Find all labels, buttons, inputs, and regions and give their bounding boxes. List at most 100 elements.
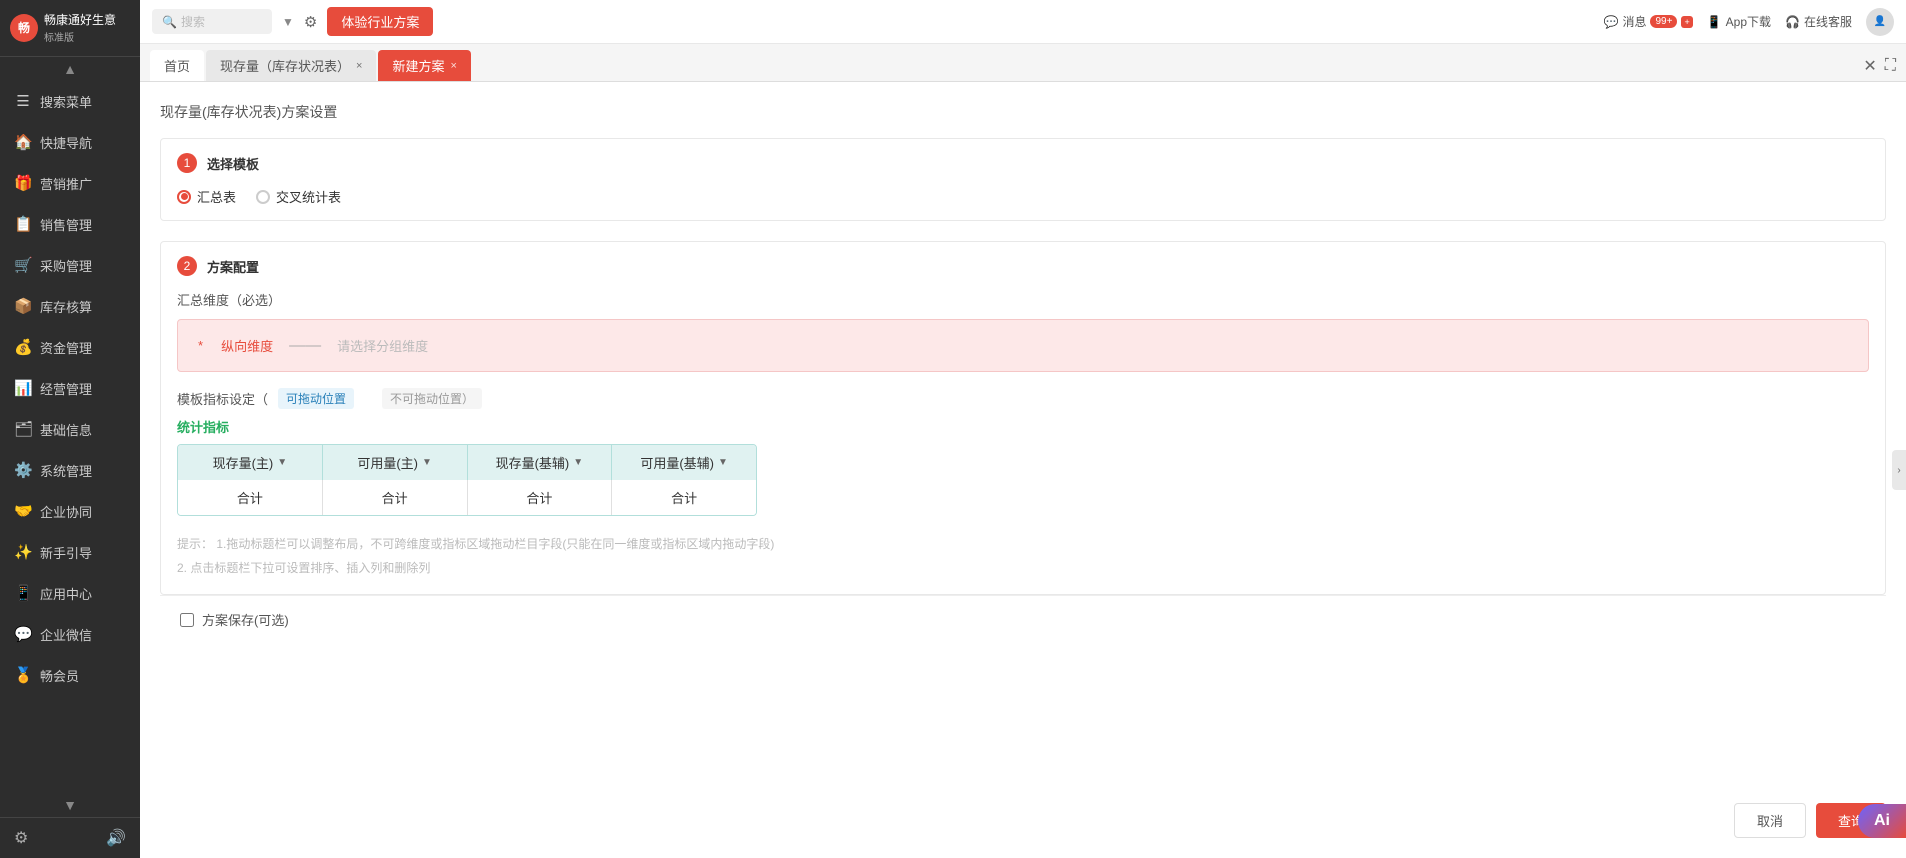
chevron-icon-2: ▼ <box>573 457 583 468</box>
message-icon: 💬 <box>1604 15 1619 29</box>
dim-row: * 纵向维度 —— 请选择分组维度 <box>177 319 1869 372</box>
tab-home-label: 首页 <box>164 59 190 74</box>
marketing-icon: 🎁 <box>14 174 32 192</box>
message-label: 消息 <box>1622 13 1646 30</box>
chevron-icon-1: ▼ <box>422 457 432 468</box>
user-avatar[interactable]: 👤 <box>1866 8 1894 36</box>
radio-summary-label: 汇总表 <box>197 187 236 206</box>
topbar-dropdown[interactable]: ▼ <box>282 15 294 29</box>
sidebar-logo: 畅 畅康通好生意 标准版 <box>0 0 140 57</box>
indicators-section: 模板指标设定（ 可拖动位置 不可拖动位置） 统计指标 现存量(主) ▼ <box>177 388 1869 516</box>
sidebar-item-label: 库存核算 <box>40 297 92 316</box>
indicators-label-text: 模板指标设定（ <box>177 389 268 408</box>
radio-cross-circle <box>256 190 270 204</box>
search-menu-icon: ☰ <box>14 92 32 110</box>
message-action[interactable]: 💬 消息 99+ + <box>1604 13 1693 30</box>
right-panel-toggle[interactable]: › <box>1892 450 1906 490</box>
stats-table-body: 合计 合计 合计 合计 <box>178 480 756 515</box>
hint-2: 2. 点击标题栏下拉可设置排序、插入列和删除列 <box>177 556 1869 580</box>
industry-btn[interactable]: 体验行业方案 <box>327 7 433 36</box>
header-cell-1[interactable]: 可用量(主) ▼ <box>323 445 468 480</box>
template-radio-group: 汇总表 交叉统计表 <box>177 187 1869 206</box>
sidebar-item-system[interactable]: ⚙️ 系统管理 <box>0 450 140 491</box>
sidebar-item-wechat[interactable]: 💬 企业微信 <box>0 614 140 655</box>
sidebar-item-quick-nav[interactable]: 🏠 快捷导航 <box>0 122 140 163</box>
sidebar-item-label: 企业协同 <box>40 502 92 521</box>
stats-title: 统计指标 <box>177 417 1869 436</box>
settings-body: 现存量(库存状况表)方案设置 1 选择模板 汇总表 交叉统计表 <box>140 82 1906 723</box>
sidebar-item-sales[interactable]: 📋 销售管理 <box>0 204 140 245</box>
sidebar-item-label: 畅会员 <box>40 666 79 685</box>
content-area: 现存量(库存状况表)方案设置 1 选择模板 汇总表 交叉统计表 <box>140 82 1906 858</box>
page-title: 现存量(库存状况表)方案设置 <box>160 102 1886 122</box>
scroll-up-area[interactable]: ▲ <box>0 57 140 81</box>
sidebar-item-guide[interactable]: ✨ 新手引导 <box>0 532 140 573</box>
footer-spacer <box>160 643 1886 703</box>
sidebar-item-operations[interactable]: 📊 经营管理 <box>0 368 140 409</box>
operations-icon: 📊 <box>14 379 32 397</box>
sidebar-bottom: ⚙ 🔊 <box>0 817 140 858</box>
hint-1: 提示： 1.拖动标题栏可以调整布局，不可跨维度或指标区域拖动栏目字段(只能在同一… <box>177 532 1869 556</box>
cancel-button[interactable]: 取消 <box>1734 803 1806 838</box>
radio-summary-circle <box>177 190 191 204</box>
sidebar-item-search-menu[interactable]: ☰ 搜索菜单 <box>0 81 140 122</box>
save-option: 方案保存(可选) <box>160 595 1886 643</box>
ai-badge[interactable]: Ai <box>1858 804 1906 838</box>
basic-info-icon: 🗂 <box>14 420 32 438</box>
app-download-label: App下载 <box>1726 13 1771 30</box>
header-cell-2[interactable]: 现存量(基辅) ▼ <box>468 445 613 480</box>
settings-icon[interactable]: ⚙ <box>14 828 28 848</box>
section2-header: 2 方案配置 <box>177 256 1869 276</box>
sidebar-item-purchase[interactable]: 🛒 采购管理 <box>0 245 140 286</box>
sidebar-item-basic-info[interactable]: 🗂 基础信息 <box>0 409 140 450</box>
tab-home[interactable]: 首页 <box>150 50 204 81</box>
wechat-icon: 💬 <box>14 625 32 643</box>
sidebar-item-inventory[interactable]: 📦 库存核算 <box>0 286 140 327</box>
message-badge: 99+ <box>1650 15 1677 28</box>
app-center-icon: 📱 <box>14 584 32 602</box>
plus-label: + <box>1681 16 1692 28</box>
section1-header: 1 选择模板 <box>177 153 1869 173</box>
sidebar-item-label: 资金管理 <box>40 338 92 357</box>
customer-service-action[interactable]: 🎧 在线客服 <box>1785 13 1852 30</box>
tab-inventory-status[interactable]: 现存量（库存状况表） × <box>206 50 376 81</box>
tab-close-panel-icon[interactable]: ✕ <box>1863 56 1876 76</box>
main-area: 🔍 搜索 ▼ ⚙ 体验行业方案 💬 消息 99+ + 📱 App下载 🎧 在线客… <box>140 0 1906 858</box>
dim-placeholder: 请选择分组维度 <box>337 336 428 355</box>
indicators-row-label: 模板指标设定（ 可拖动位置 不可拖动位置） <box>177 388 1869 409</box>
scroll-up-icon[interactable]: ▲ <box>63 61 77 77</box>
radio-cross[interactable]: 交叉统计表 <box>256 187 341 206</box>
scroll-down-area[interactable]: ▼ <box>0 793 140 817</box>
quick-nav-icon: 🏠 <box>14 133 32 151</box>
cooperation-icon: 🤝 <box>14 502 32 520</box>
app-name: 畅康通好生意 <box>44 12 116 29</box>
section1-num: 1 <box>177 153 197 173</box>
sidebar-item-label: 应用中心 <box>40 584 92 603</box>
tab-inventory-close[interactable]: × <box>356 60 362 72</box>
sidebar-item-label: 搜索菜单 <box>40 92 92 111</box>
save-label: 方案保存(可选) <box>202 610 289 629</box>
topbar-search[interactable]: 🔍 搜索 <box>152 9 272 34</box>
sidebar-item-finance[interactable]: 💰 资金管理 <box>0 327 140 368</box>
tab-new-scheme-close[interactable]: × <box>450 60 456 72</box>
phone-icon: 📱 <box>1707 15 1722 29</box>
header-cell-3[interactable]: 可用量(基辅) ▼ <box>612 445 756 480</box>
header-label-1: 可用量(主) <box>357 453 418 472</box>
sales-icon: 📋 <box>14 215 32 233</box>
sidebar-item-cooperation[interactable]: 🤝 企业协同 <box>0 491 140 532</box>
app-edition: 标准版 <box>44 29 116 44</box>
sidebar-item-label: 采购管理 <box>40 256 92 275</box>
tab-expand-icon[interactable]: ⛶ <box>1885 57 1896 75</box>
scroll-down-icon[interactable]: ▼ <box>63 797 77 813</box>
sidebar-item-membership[interactable]: 🏅 畅会员 <box>0 655 140 696</box>
radio-summary[interactable]: 汇总表 <box>177 187 236 206</box>
tab-new-scheme[interactable]: 新建方案 × <box>378 50 470 81</box>
sidebar-item-app-center[interactable]: 📱 应用中心 <box>0 573 140 614</box>
speaker-icon[interactable]: 🔊 <box>106 828 126 848</box>
sidebar-item-marketing[interactable]: 🎁 营销推广 <box>0 163 140 204</box>
save-checkbox[interactable] <box>180 613 194 627</box>
app-download-action[interactable]: 📱 App下载 <box>1707 13 1771 30</box>
topbar-gear-icon[interactable]: ⚙ <box>304 13 317 31</box>
logo-text-block: 畅康通好生意 标准版 <box>44 12 116 44</box>
header-cell-0[interactable]: 现存量(主) ▼ <box>178 445 323 480</box>
